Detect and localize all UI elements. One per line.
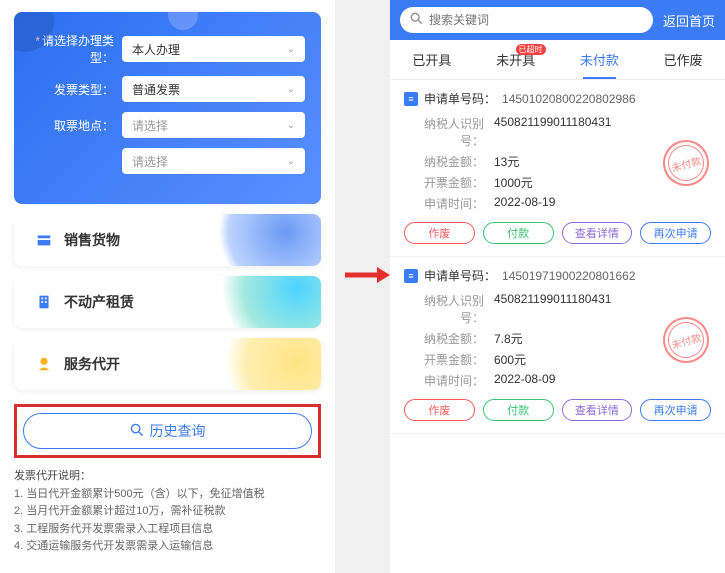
search-icon	[130, 423, 144, 440]
place-select[interactable]: 请选择 ⌄	[122, 112, 305, 138]
tax-value: 13元	[494, 153, 519, 170]
chevron-down-icon: ⌄	[287, 84, 295, 95]
amount-label: 开票金额：	[404, 351, 484, 368]
order-value: 14501020800220802986	[502, 92, 635, 106]
menu-lease[interactable]: 不动产租赁	[14, 276, 321, 328]
note-2: 2. 当月代开金额累计超过10万，需补征税款	[14, 503, 321, 521]
left-panel: 请选择办理类型： 本人办理 ⌄ 发票类型： 普通发票 ⌄ 取票地点： 请选择 ⌄…	[0, 0, 335, 573]
arrow-icon	[345, 265, 390, 285]
extra-value: 请选择	[132, 153, 168, 170]
taxid-label: 纳税人识别号：	[404, 115, 484, 149]
taxid-value: 450821199011180431	[494, 115, 611, 149]
place-value: 请选择	[132, 117, 168, 134]
menu-lease-label: 不动产租赁	[64, 292, 134, 312]
topbar: 返回首页	[390, 0, 725, 40]
notes-section: 发票代开说明： 1. 当日代开金额累计500元（含）以下，免征增值税 2. 当月…	[14, 468, 321, 556]
order-label: 申请单号码：	[424, 90, 496, 107]
menu-sales[interactable]: 销售货物	[14, 214, 321, 266]
void-button[interactable]: 作废	[404, 222, 475, 244]
search-input[interactable]	[429, 13, 643, 27]
taxid-label: 纳税人识别号：	[404, 292, 484, 326]
amount-value: 600元	[494, 351, 526, 368]
chevron-down-icon: ⌄	[287, 120, 295, 131]
menu-service-label: 服务代开	[64, 354, 120, 374]
time-label: 申请时间：	[404, 372, 484, 389]
note-3: 3. 工程服务代开发票需录入工程项目信息	[14, 521, 321, 539]
tab-unissued[interactable]: 未开具 已超时	[474, 40, 558, 79]
tabs: 已开具 未开具 已超时 未付款 已作废	[390, 40, 725, 80]
goods-icon	[34, 230, 54, 250]
history-label: 历史查询	[150, 421, 206, 441]
tab-issued[interactable]: 已开具	[390, 40, 474, 79]
service-icon	[34, 354, 54, 374]
search-box[interactable]	[400, 7, 653, 33]
form-card: 请选择办理类型： 本人办理 ⌄ 发票类型： 普通发票 ⌄ 取票地点： 请选择 ⌄…	[14, 12, 321, 204]
pay-button[interactable]: 付款	[483, 399, 554, 421]
record-item: ≡ 申请单号码： 14501020800220802986 纳税人识别号： 450…	[390, 80, 725, 257]
place-label: 取票地点：	[30, 117, 122, 134]
type-select[interactable]: 本人办理 ⌄	[122, 36, 305, 62]
right-panel: 返回首页 已开具 未开具 已超时 未付款 已作废 ≡ 申请单号码： 145010…	[390, 0, 725, 573]
chevron-down-icon: ⌄	[287, 44, 295, 55]
order-label: 申请单号码：	[424, 267, 496, 284]
extra-select[interactable]: 请选择 ⌄	[122, 148, 305, 174]
time-value: 2022-08-09	[494, 372, 555, 389]
detail-button[interactable]: 查看详情	[562, 399, 633, 421]
tax-value: 7.8元	[494, 330, 523, 347]
history-highlight: 历史查询	[14, 404, 321, 458]
document-icon: ≡	[404, 92, 418, 106]
note-1: 1. 当日代开金额累计500元（含）以下，免征增值税	[14, 486, 321, 504]
menu-sales-label: 销售货物	[64, 230, 120, 250]
history-query-button[interactable]: 历史查询	[23, 413, 312, 449]
back-home-link[interactable]: 返回首页	[663, 11, 715, 30]
invoice-label: 发票类型：	[30, 81, 122, 98]
time-label: 申请时间：	[404, 195, 484, 212]
tab-unpaid[interactable]: 未付款	[558, 40, 642, 79]
pay-button[interactable]: 付款	[483, 222, 554, 244]
tab-void[interactable]: 已作废	[641, 40, 725, 79]
note-4: 4. 交通运输服务代开发票需录入运输信息	[14, 538, 321, 556]
document-icon: ≡	[404, 269, 418, 283]
order-value: 14501971900220801662	[502, 269, 635, 283]
amount-label: 开票金额：	[404, 174, 484, 191]
amount-value: 1000元	[494, 174, 533, 191]
void-button[interactable]: 作废	[404, 399, 475, 421]
invoice-value: 普通发票	[132, 81, 180, 98]
record-item: ≡ 申请单号码： 14501971900220801662 纳税人识别号： 450…	[390, 257, 725, 434]
building-icon	[34, 292, 54, 312]
menu-service[interactable]: 服务代开	[14, 338, 321, 390]
tax-label: 纳税金额：	[404, 153, 484, 170]
overdue-badge: 已超时	[516, 44, 546, 55]
reapply-button[interactable]: 再次申请	[640, 222, 711, 244]
time-value: 2022-08-19	[494, 195, 555, 212]
type-value: 本人办理	[132, 41, 180, 58]
search-icon	[410, 12, 423, 28]
taxid-value: 450821199011180431	[494, 292, 611, 326]
reapply-button[interactable]: 再次申请	[640, 399, 711, 421]
type-label: 请选择办理类型：	[30, 32, 122, 66]
chevron-down-icon: ⌄	[287, 156, 295, 167]
notes-title: 发票代开说明：	[14, 468, 321, 486]
detail-button[interactable]: 查看详情	[562, 222, 633, 244]
tax-label: 纳税金额：	[404, 330, 484, 347]
invoice-select[interactable]: 普通发票 ⌄	[122, 76, 305, 102]
